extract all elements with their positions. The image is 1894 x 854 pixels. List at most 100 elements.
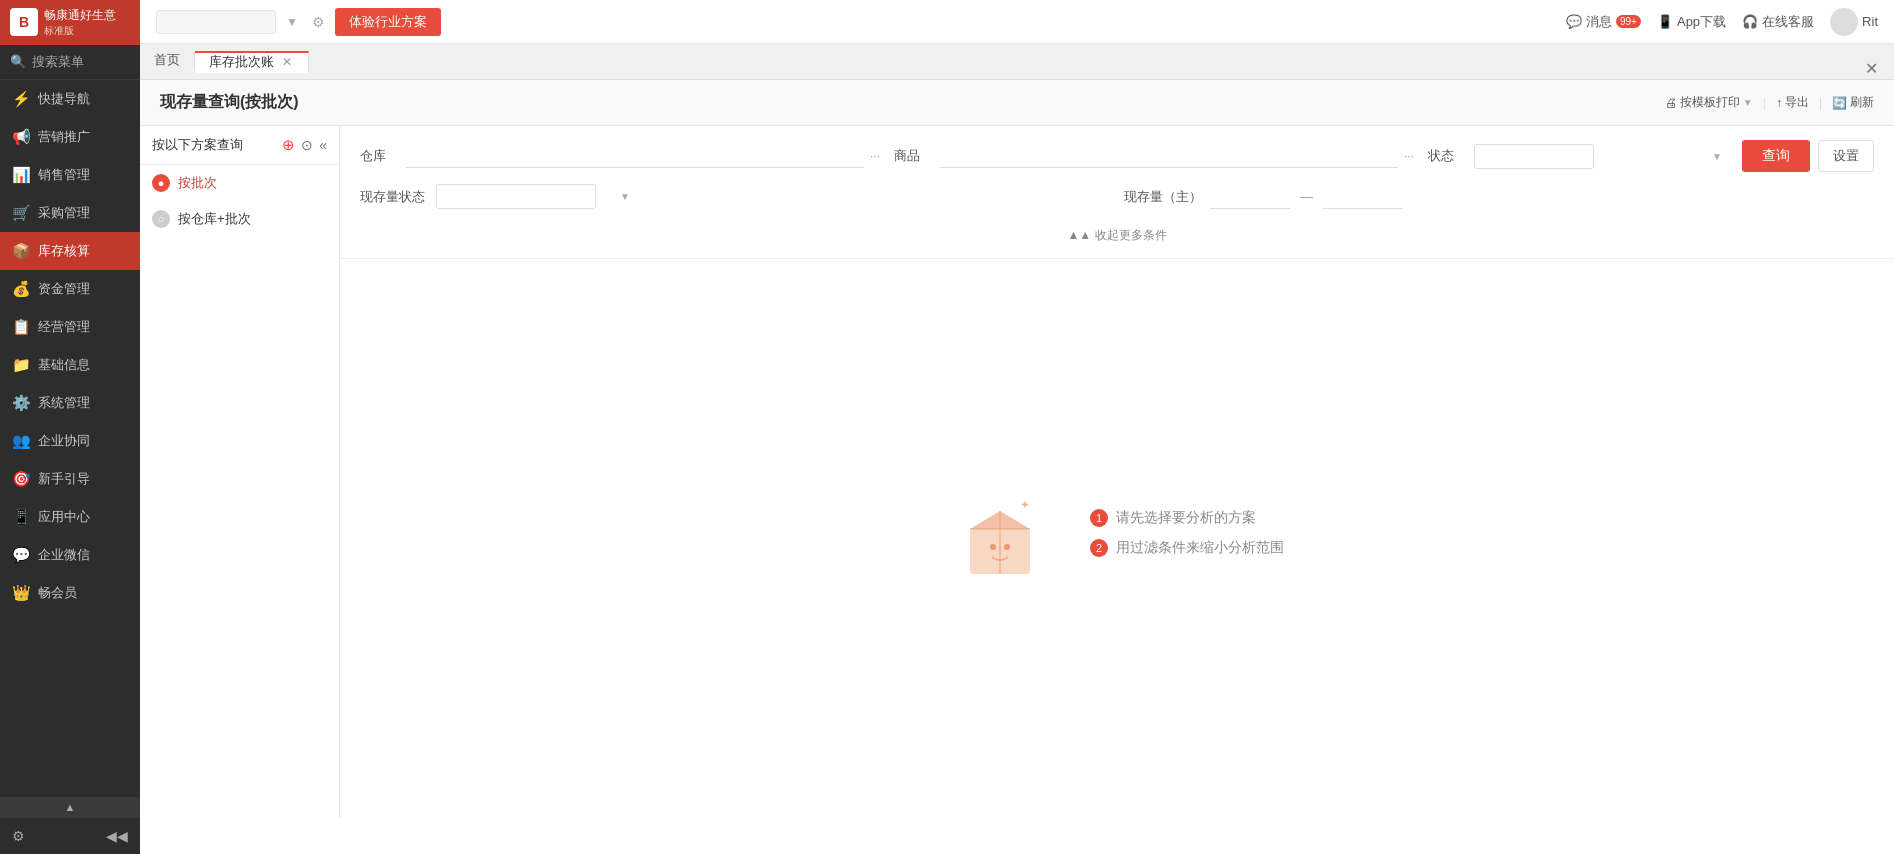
sidebar-item-purchase[interactable]: 🛒 采购管理 [0,194,140,232]
refresh-btn[interactable]: 🔄 刷新 [1832,94,1874,111]
user-menu[interactable]: Rit [1830,8,1878,36]
empty-illustration: ✦ [950,489,1050,589]
empty-icon: ✦ [950,489,1050,589]
marketing-icon: 📢 [12,128,30,146]
print-dropdown-icon[interactable]: ▼ [1743,97,1753,108]
batch-icon: ● [152,174,170,192]
stock-status-select[interactable] [436,184,596,209]
settings-icon[interactable]: ⚙ [12,828,25,844]
message-icon: 💬 [1566,14,1582,29]
sidebar-item-guide[interactable]: 🎯 新手引导 [0,460,140,498]
sidebar-item-enterprise[interactable]: 👥 企业协同 [0,422,140,460]
avatar [1830,8,1858,36]
filter-actions: 查询 设置 [1742,140,1874,172]
guide-icon: 🎯 [12,470,30,488]
search-icon: 🔍 [10,54,26,69]
tab-inventory-batch[interactable]: 库存批次账 ✕ [195,51,309,73]
quicknav-icon: ⚡ [12,90,30,108]
collapse-filters-btn[interactable]: ▲▲ 收起更多条件 [360,221,1874,250]
sidebar-item-appstore[interactable]: 📱 应用中心 [0,498,140,536]
sidebar-item-basic[interactable]: 📁 基础信息 [0,346,140,384]
appstore-icon: 📱 [12,508,30,526]
right-panel: 仓库 ··· 商品 ··· 状态 [340,126,1894,818]
stock-status-chevron-icon: ▼ [620,191,630,202]
inventory-icon: 📦 [12,242,30,260]
content-wrapper: 按以下方案查询 ⊕ ⊙ « ● 按批次 ○ 按仓库+批次 [140,126,1894,818]
sidebar-item-inventory[interactable]: 📦 库存核算 [0,232,140,270]
headset-icon: 🎧 [1742,14,1758,29]
warehouse-more-icon[interactable]: ··· [870,149,880,163]
query-button[interactable]: 查询 [1742,140,1810,172]
svg-point-5 [990,544,996,550]
sidebar-item-marketing[interactable]: 📢 营销推广 [0,118,140,156]
topbar-search-input[interactable] [156,10,276,34]
collapse-icon[interactable]: ◀◀ [106,828,128,844]
tab-wrapper: 首页 库存批次账 ✕ ✕ [140,51,1894,73]
left-panel-item-batch[interactable]: ● 按批次 [140,165,339,201]
gear-icon[interactable]: ⊙ [301,137,313,153]
sidebar-item-wechat[interactable]: 💬 企业微信 [0,536,140,574]
sidebar-item-quicknav[interactable]: ⚡ 快捷导航 [0,80,140,118]
app-title: 畅康通好生意 标准版 [44,8,116,37]
trial-industry-btn[interactable]: 体验行业方案 [335,8,441,36]
operations-icon: 📋 [12,318,30,336]
refresh-icon: 🔄 [1832,96,1847,110]
topbar-settings-icon[interactable]: ⚙ [312,14,325,30]
stock-amount-to-input[interactable] [1323,185,1403,209]
page-title: 现存量查询(按批次) [160,92,299,113]
add-icon[interactable]: ⊕ [282,136,295,154]
finance-icon: 💰 [12,280,30,298]
messages-btn[interactable]: 💬 消息 99+ [1566,13,1641,31]
filter-group-product: 商品 ··· [894,144,1414,168]
left-panel-header: 按以下方案查询 ⊕ ⊙ « [140,126,339,165]
sidebar-item-system[interactable]: ⚙️ 系统管理 [0,384,140,422]
product-more-icon[interactable]: ··· [1404,149,1414,163]
empty-tips: 1 请先选择要分析的方案 2 用过滤条件来缩小分析范围 [1090,509,1284,569]
app-download-icon: 📱 [1657,14,1673,29]
print-template-btn[interactable]: 🖨 按模板打印 ▼ [1665,94,1753,111]
filter-row-2: 现存量状态 ▼ 现存量（主） — [360,184,1874,209]
sidebar-item-sales[interactable]: 📊 销售管理 [0,156,140,194]
enterprise-icon: 👥 [12,432,30,450]
empty-state: ✦ 1 请先选择要分析的方案 [340,259,1894,818]
filter-group-status: 状态 ▼ [1428,144,1728,169]
topbar-dropdown-icon[interactable]: ▼ [286,15,298,29]
empty-tip-2: 2 用过滤条件来缩小分析范围 [1090,539,1284,557]
filter-group-stock-amount: 现存量（主） — [1124,185,1874,209]
status-chevron-icon: ▼ [1712,151,1722,162]
sidebar-scroll-up[interactable]: ▲ [0,797,140,817]
page-content: 现存量查询(按批次) 🖨 按模板打印 ▼ | ↑ 导出 | 🔄 刷新 [140,80,1894,854]
system-icon: ⚙️ [12,394,30,412]
svg-text:✦: ✦ [1020,498,1030,512]
product-input[interactable] [940,144,1398,168]
export-icon: ↑ [1776,96,1782,110]
sidebar-item-operations[interactable]: 📋 经营管理 [0,308,140,346]
topbar: ▼ ⚙ 体验行业方案 💬 消息 99+ 📱 App下载 🎧 在线客服 Rit [140,0,1894,44]
close-right-panel-btn[interactable]: ✕ [1865,51,1878,87]
sidebar-item-members[interactable]: 👑 畅会员 [0,574,140,612]
online-service-btn[interactable]: 🎧 在线客服 [1742,13,1814,31]
stock-status-select-wrap: ▼ [436,184,636,209]
filter-group-stock-status: 现存量状态 ▼ [360,184,1110,209]
left-panel-item-warehouse-batch[interactable]: ○ 按仓库+批次 [140,201,339,237]
stock-amount-from-input[interactable] [1210,185,1290,209]
status-select[interactable] [1474,144,1594,169]
empty-tip-1: 1 请先选择要分析的方案 [1090,509,1284,527]
settings-button[interactable]: 设置 [1818,140,1874,172]
warehouse-input[interactable] [406,144,864,168]
tab-home[interactable]: 首页 [140,51,195,69]
sidebar-item-finance[interactable]: 💰 资金管理 [0,270,140,308]
app-download-btn[interactable]: 📱 App下载 [1657,13,1726,31]
sidebar-search-menu[interactable]: 🔍 搜索菜单 [0,45,140,80]
filter-row-1: 仓库 ··· 商品 ··· 状态 [360,140,1874,172]
main-area: ▼ ⚙ 体验行业方案 💬 消息 99+ 📱 App下载 🎧 在线客服 Rit [140,0,1894,854]
collapse-left-icon[interactable]: « [319,137,327,153]
tab-close-btn[interactable]: ✕ [280,55,294,69]
empty-state-inner: ✦ 1 请先选择要分析的方案 [950,489,1284,589]
export-btn[interactable]: ↑ 导出 [1776,94,1809,111]
basic-icon: 📁 [12,356,30,374]
left-panel-header-icons: ⊕ ⊙ « [282,136,327,154]
page-header: 现存量查询(按批次) 🖨 按模板打印 ▼ | ↑ 导出 | 🔄 刷新 [140,80,1894,126]
print-icon: 🖨 [1665,96,1677,110]
sidebar-footer: ⚙ ◀◀ [0,817,140,854]
